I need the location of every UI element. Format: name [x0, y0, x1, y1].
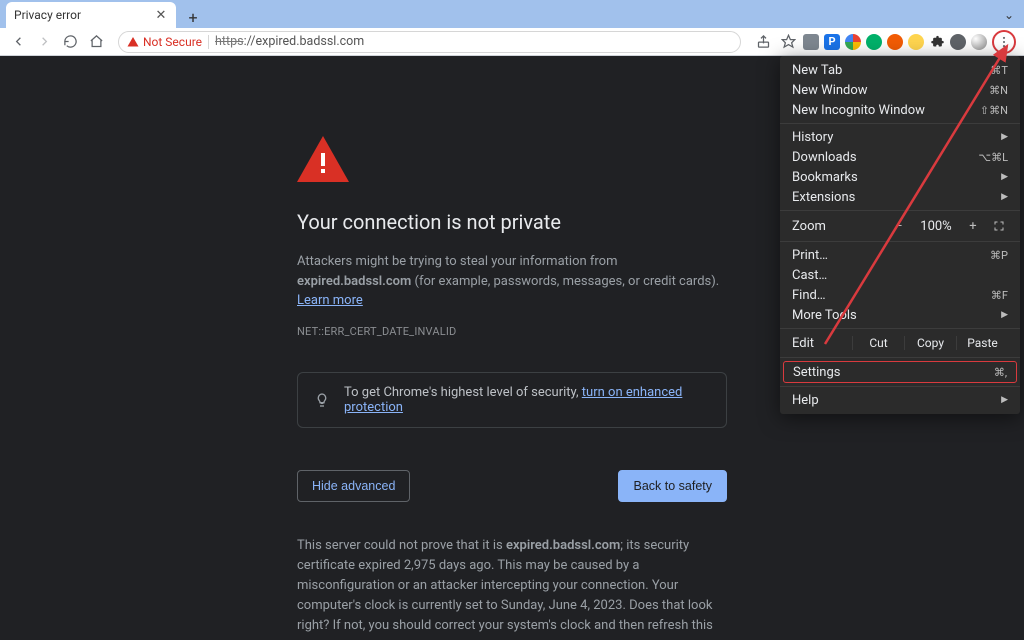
warning-paragraph: Attackers might be trying to steal your …	[297, 252, 727, 311]
chrome-menu: New Tab⌘T New Window⌘N New Incognito Win…	[780, 56, 1020, 414]
tab-strip: Privacy error ✕ + ⌄	[0, 0, 1024, 28]
url-text: https://expired.badssl.com	[215, 34, 364, 49]
reload-button[interactable]	[60, 32, 80, 52]
advanced-detail-text: This server could not prove that it is e…	[297, 536, 727, 640]
warning-triangle-icon	[297, 136, 349, 182]
tab-title: Privacy error	[14, 8, 148, 22]
not-secure-label: Not Secure	[143, 35, 202, 49]
new-tab-button[interactable]: +	[182, 6, 204, 28]
menu-separator	[780, 210, 1020, 211]
enhanced-protection-tip: To get Chrome's highest level of securit…	[297, 372, 727, 428]
vertical-dots-icon	[997, 35, 1011, 49]
menu-new-tab[interactable]: New Tab⌘T	[780, 60, 1020, 80]
learn-more-link[interactable]: Learn more	[297, 293, 363, 308]
more-menu-button[interactable]	[992, 30, 1016, 54]
extension-icon[interactable]	[866, 34, 882, 50]
menu-separator	[780, 357, 1020, 358]
menu-separator	[780, 328, 1020, 329]
menu-zoom-row: Zoom − 100% +	[780, 214, 1020, 238]
puzzle-icon[interactable]	[929, 34, 945, 50]
menu-new-window[interactable]: New Window⌘N	[780, 80, 1020, 100]
chevron-right-icon: ▶	[1001, 395, 1008, 405]
lightbulb-icon	[314, 392, 330, 408]
home-button[interactable]	[86, 32, 106, 52]
url-scheme: https	[215, 34, 244, 49]
menu-separator	[780, 241, 1020, 242]
menu-settings[interactable]: Settings⌘,	[783, 361, 1017, 383]
menu-more-tools[interactable]: More Tools▶	[780, 305, 1020, 325]
zoom-in-button[interactable]: +	[964, 219, 982, 234]
extension-icon[interactable]	[845, 34, 861, 50]
toolbar: Not Secure https://expired.badssl.com P	[0, 28, 1024, 56]
chevron-right-icon: ▶	[1001, 192, 1008, 202]
address-bar[interactable]: Not Secure https://expired.badssl.com	[118, 31, 741, 53]
close-tab-icon[interactable]: ✕	[154, 8, 168, 22]
zoom-out-button[interactable]: −	[890, 219, 908, 234]
menu-edit-row: Edit Cut Copy Paste	[780, 332, 1020, 354]
warning-icon	[127, 36, 139, 48]
menu-print[interactable]: Print…⌘P	[780, 245, 1020, 265]
zoom-value: 100%	[916, 219, 956, 234]
menu-cut[interactable]: Cut	[852, 336, 904, 350]
omnibox-separator	[208, 35, 209, 49]
menu-extensions[interactable]: Extensions▶	[780, 187, 1020, 207]
chevron-right-icon: ▶	[1001, 310, 1008, 320]
extension-icon[interactable]	[887, 34, 903, 50]
page-heading: Your connection is not private	[297, 210, 727, 234]
menu-paste[interactable]: Paste	[956, 336, 1008, 350]
tab-list-dropdown-icon[interactable]: ⌄	[1004, 8, 1014, 22]
menu-bookmarks[interactable]: Bookmarks▶	[780, 167, 1020, 187]
not-secure-chip[interactable]: Not Secure	[127, 35, 202, 49]
extension-icon[interactable]	[950, 34, 966, 50]
chevron-right-icon: ▶	[1001, 132, 1008, 142]
back-to-safety-button[interactable]: Back to safety	[618, 470, 727, 502]
bookmark-star-icon[interactable]	[778, 32, 798, 52]
forward-button[interactable]	[34, 32, 54, 52]
menu-history[interactable]: History▶	[780, 127, 1020, 147]
menu-find[interactable]: Find…⌘F	[780, 285, 1020, 305]
menu-help[interactable]: Help▶	[780, 390, 1020, 410]
menu-separator	[780, 386, 1020, 387]
extension-icon[interactable]	[803, 34, 819, 50]
menu-cast[interactable]: Cast…	[780, 265, 1020, 285]
chevron-right-icon: ▶	[1001, 172, 1008, 182]
browser-tab[interactable]: Privacy error ✕	[6, 2, 176, 28]
toolbar-right: P	[753, 30, 1016, 54]
profile-avatar[interactable]	[971, 34, 987, 50]
hide-advanced-button[interactable]: Hide advanced	[297, 470, 410, 502]
back-button[interactable]	[8, 32, 28, 52]
fullscreen-button[interactable]	[990, 220, 1008, 232]
url-rest: ://expired.badssl.com	[244, 34, 365, 49]
extension-icon[interactable]	[908, 34, 924, 50]
menu-downloads[interactable]: Downloads⌥⌘L	[780, 147, 1020, 167]
share-icon[interactable]	[753, 32, 773, 52]
error-code: NET::ERR_CERT_DATE_INVALID	[297, 325, 727, 338]
menu-new-incognito[interactable]: New Incognito Window⇧⌘N	[780, 100, 1020, 120]
extension-icon[interactable]: P	[824, 34, 840, 50]
menu-separator	[780, 123, 1020, 124]
menu-copy[interactable]: Copy	[904, 336, 956, 350]
